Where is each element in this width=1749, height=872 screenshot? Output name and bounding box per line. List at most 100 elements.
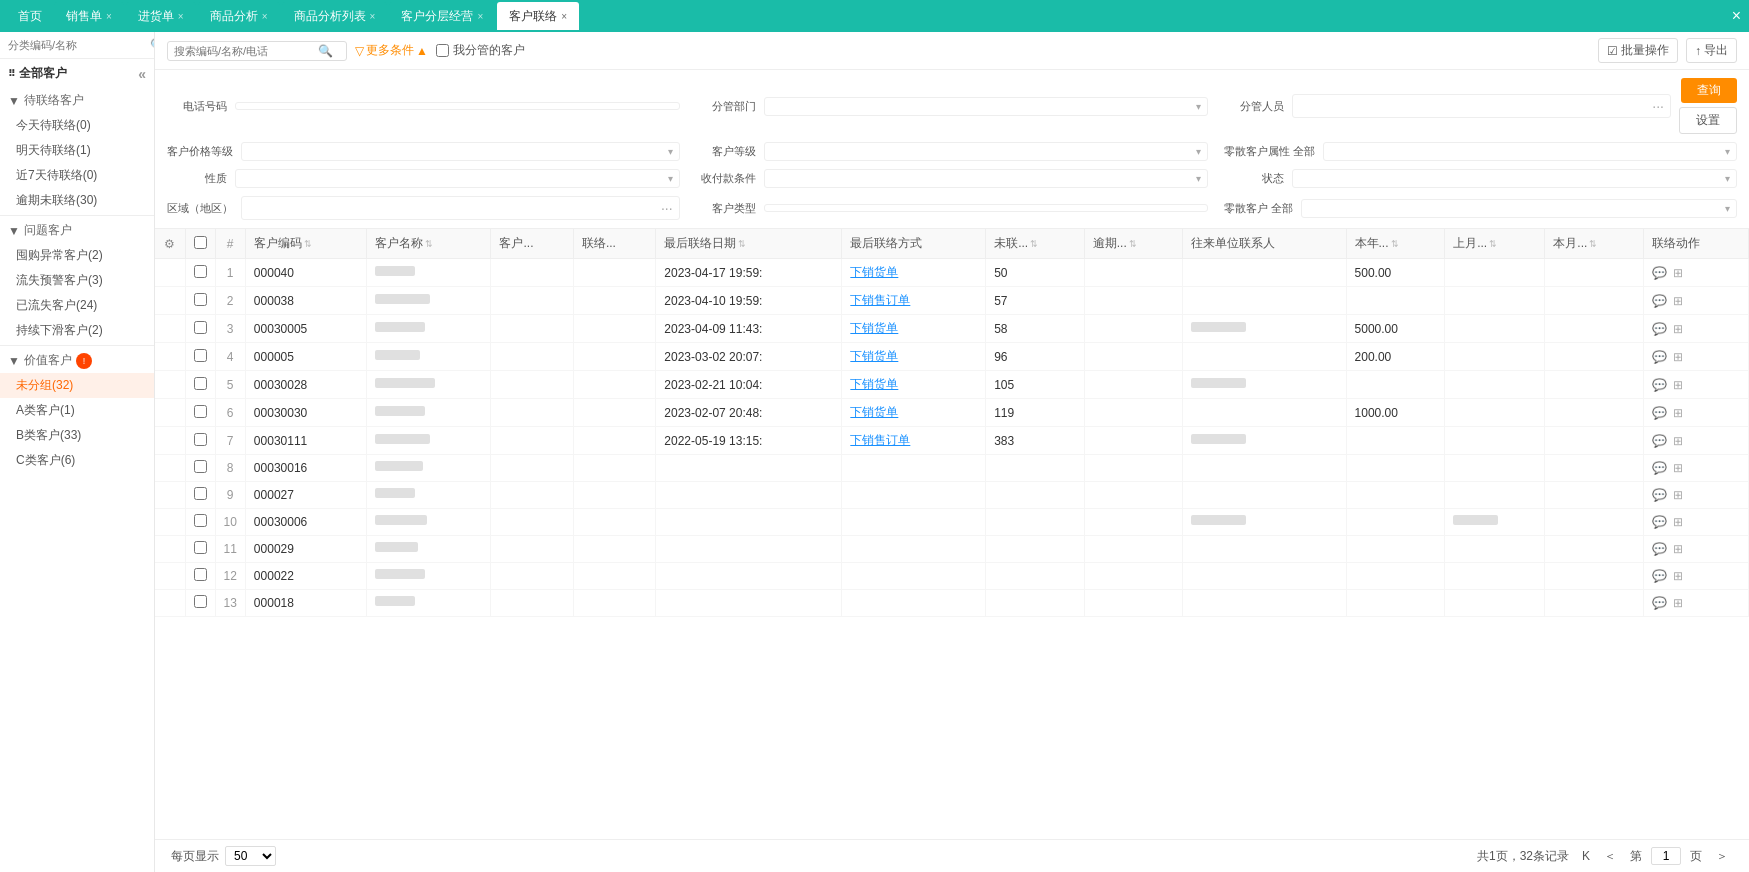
grid-icon[interactable]: ⊞ [1673,350,1683,364]
row-checkbox[interactable] [194,460,207,473]
query-button[interactable]: 查询 [1681,78,1737,103]
filter-input-payment[interactable]: ▾ [764,169,1209,188]
row-checkbox-cell[interactable] [185,399,215,427]
select-all-checkbox[interactable] [194,236,207,249]
filter-input-dept[interactable]: ▾ [764,97,1209,116]
row-checkbox[interactable] [194,349,207,362]
filter-input-retail-attr[interactable]: ▾ [1323,142,1737,161]
sidebar-item-today-pending[interactable]: 今天待联络(0) [0,113,154,138]
row-last-method[interactable]: 下销售订单 [842,427,986,455]
filter-input-customer-type[interactable] [764,204,1209,212]
reset-button[interactable]: 设置 [1679,107,1737,134]
row-checkbox[interactable] [194,405,207,418]
row-checkbox-cell[interactable] [185,315,215,343]
sidebar-item-ungrouped[interactable]: 未分组(32) [0,373,154,398]
close-icon[interactable]: × [477,11,483,22]
chat-icon[interactable]: 💬 [1652,378,1667,392]
sidebar-group-value[interactable]: ▼ 价值客户 ! [0,348,154,373]
chat-icon[interactable]: 💬 [1652,434,1667,448]
row-checkbox-cell[interactable] [185,287,215,315]
row-last-method[interactable]: 下销售订单 [842,287,986,315]
chat-icon[interactable]: 💬 [1652,596,1667,610]
chat-icon[interactable]: 💬 [1652,488,1667,502]
grid-icon[interactable]: ⊞ [1673,294,1683,308]
th-checkbox[interactable] [185,229,215,259]
filter-input-status[interactable]: ▾ [1292,169,1737,188]
row-checkbox[interactable] [194,487,207,500]
sidebar-item-class-b[interactable]: B类客户(33) [0,423,154,448]
tab-product-analysis[interactable]: 商品分析 × [198,2,280,30]
chat-icon[interactable]: 💬 [1652,322,1667,336]
tab-customer-contact[interactable]: 客户联络 × [497,2,579,30]
export-button[interactable]: ↑ 导出 [1686,38,1737,63]
tab-home[interactable]: 首页 [8,8,52,25]
row-checkbox[interactable] [194,568,207,581]
batch-operation-button[interactable]: ☑ 批量操作 [1598,38,1678,63]
filter-input-phone[interactable] [235,102,680,110]
next-page-button[interactable]: ＞ [1711,847,1733,866]
sidebar-group-pending[interactable]: ▼ 待联络客户 [0,88,154,113]
chat-icon[interactable]: 💬 [1652,406,1667,420]
row-last-method[interactable]: 下销货单 [842,399,986,427]
sidebar-item-overdue-pending[interactable]: 逾期未联络(30) [0,188,154,213]
close-icon[interactable]: × [561,11,567,22]
th-contact[interactable]: 联络... [573,229,655,259]
filter-input-price-grade[interactable]: ▾ [241,142,680,161]
chat-icon[interactable]: 💬 [1652,350,1667,364]
tab-customer-segment[interactable]: 客户分层经营 × [389,2,495,30]
th-not-contacted[interactable]: 未联...⇅ [986,229,1085,259]
grid-icon[interactable]: ⊞ [1673,266,1683,280]
filter-input-customer-grade[interactable]: ▾ [764,142,1209,161]
sidebar-search-box[interactable]: 🔍 [0,32,154,59]
page-number-input[interactable] [1651,847,1681,865]
th-last-method[interactable]: 最后联络方式 [842,229,986,259]
row-checkbox-cell[interactable] [185,371,215,399]
grid-icon[interactable]: ⊞ [1673,515,1683,529]
row-checkbox-cell[interactable] [185,509,215,536]
grid-icon[interactable]: ⊞ [1673,378,1683,392]
chat-icon[interactable]: 💬 [1652,515,1667,529]
grid-icon[interactable]: ⊞ [1673,434,1683,448]
close-icon[interactable]: × [370,11,376,22]
tab-purchase-order[interactable]: 进货单 × [126,2,196,30]
filter-input-manager[interactable]: ··· [1292,94,1671,118]
row-checkbox[interactable] [194,377,207,390]
th-type[interactable]: 客户... [491,229,573,259]
row-checkbox-cell[interactable] [185,590,215,617]
row-last-method[interactable]: 下销货单 [842,259,986,287]
row-checkbox[interactable] [194,293,207,306]
sidebar-item-churn-warning[interactable]: 流失预警客户(3) [0,268,154,293]
row-checkbox[interactable] [194,433,207,446]
th-this-month[interactable]: 本月...⇅ [1545,229,1644,259]
sidebar-item-churned[interactable]: 已流失客户(24) [0,293,154,318]
per-page-select[interactable]: 50 100 [225,846,276,866]
my-customers-checkbox[interactable] [436,44,449,57]
th-overdue[interactable]: 逾期...⇅ [1084,229,1183,259]
th-name[interactable]: 客户名称⇅ [367,229,491,259]
chat-icon[interactable]: 💬 [1652,542,1667,556]
my-customers-filter[interactable]: 我分管的客户 [436,42,525,59]
row-checkbox-cell[interactable] [185,455,215,482]
prev-page-button[interactable]: ＜ [1599,847,1621,866]
row-checkbox-cell[interactable] [185,482,215,509]
th-last-month[interactable]: 上月...⇅ [1445,229,1545,259]
row-checkbox[interactable] [194,265,207,278]
row-checkbox[interactable] [194,595,207,608]
row-last-method[interactable]: 下销货单 [842,371,986,399]
th-last-date[interactable]: 最后联络日期⇅ [656,229,842,259]
gear-icon[interactable]: ⚙ [164,237,175,251]
row-checkbox[interactable] [194,321,207,334]
th-code[interactable]: 客户编码⇅ [245,229,366,259]
more-icon[interactable]: ··· [661,200,673,216]
sidebar-group-problem[interactable]: ▼ 问题客户 [0,218,154,243]
chat-icon[interactable]: 💬 [1652,266,1667,280]
filter-input-nature[interactable]: ▾ [235,169,680,188]
sidebar-item-7day-pending[interactable]: 近7天待联络(0) [0,163,154,188]
row-checkbox[interactable] [194,541,207,554]
grid-icon[interactable]: ⊞ [1673,542,1683,556]
more-icon[interactable]: ··· [1652,98,1664,114]
sidebar-item-class-a[interactable]: A类客户(1) [0,398,154,423]
tab-sales-order[interactable]: 销售单 × [54,2,124,30]
search-icon[interactable]: 🔍 [318,44,333,58]
close-all-icon[interactable]: × [1732,7,1741,25]
